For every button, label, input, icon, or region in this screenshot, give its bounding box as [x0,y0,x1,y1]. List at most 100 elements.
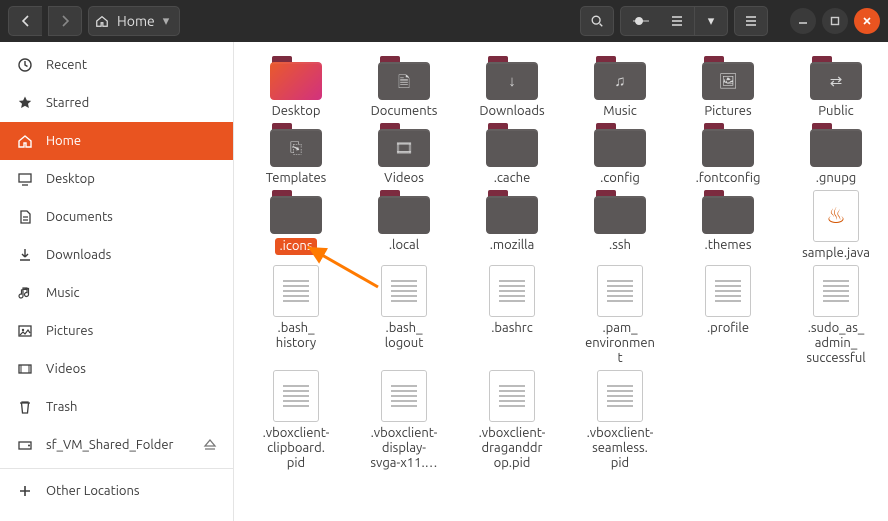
file-item[interactable]: .bash_history [242,265,350,366]
file-label: .cache [494,171,531,186]
pictures-icon [16,323,34,339]
file-label: Documents [371,104,438,119]
file-label: .vboxclient-seamless.pid [587,426,654,471]
folder-icon [702,123,754,167]
folder-icon [270,56,322,100]
file-item[interactable]: .sudo_as_admin_successful [782,265,888,366]
file-item[interactable]: ⇄Public [782,56,888,119]
file-item[interactable]: .ssh [566,190,674,261]
path-label: Home [117,13,155,29]
folder-icon [810,123,862,167]
file-item[interactable]: Desktop [242,56,350,119]
sidebar-item-desktop[interactable]: Desktop [0,160,233,198]
file-item[interactable]: .fontconfig [674,123,782,186]
downloads-icon [16,247,34,263]
close-button[interactable] [854,8,880,34]
file-item[interactable]: .vboxclient-display-svga-x11.… [350,370,458,471]
file-label: .sudo_as_admin_successful [806,321,865,366]
file-view: Desktop🗎Documents↓Downloads ♫ Music 🖼Pictur… [234,42,888,521]
minimize-button[interactable] [790,8,816,34]
sidebar-item-label: Pictures [46,324,93,338]
file-label: .vboxclient-display-svga-x11.… [370,426,437,471]
clock-icon [16,57,34,73]
sidebar-item-home[interactable]: Home [0,122,233,160]
file-item[interactable]: .local [350,190,458,261]
sidebar-item-label: Videos [46,362,86,376]
file-item[interactable]: .vboxclient-seamless.pid [566,370,674,471]
folder-icon [486,123,538,167]
maximize-button[interactable] [822,8,848,34]
path-bar[interactable]: Home ▾ [88,6,180,36]
text-file-icon [705,265,751,317]
file-item[interactable]: 🖼Pictures [674,56,782,119]
documents-icon [16,209,34,225]
file-item[interactable]: .gnupg [782,123,888,186]
sidebar-item-other-locations[interactable]: Other Locations [0,468,233,512]
file-item[interactable]: .cache [458,123,566,186]
file-label: .vboxclient-draganddrop.pid [479,426,546,471]
text-file-icon [381,370,427,422]
file-item[interactable]: .profile [674,265,782,366]
home-icon [95,14,109,28]
file-label: .mozilla [490,238,535,253]
file-label: .local [389,238,419,253]
sidebar-item-label: sf_VM_Shared_Folder [46,438,173,452]
file-item[interactable]: .config [566,123,674,186]
file-item[interactable]: .bashrc [458,265,566,366]
sidebar-item-music[interactable]: Music [0,274,233,312]
text-file-icon [597,265,643,317]
hamburger-menu-button[interactable] [734,6,768,36]
file-item[interactable]: .mozilla [458,190,566,261]
file-item[interactable]: .themes [674,190,782,261]
file-label: Pictures [704,104,751,119]
file-item[interactable]: 🗎Documents [350,56,458,119]
desktop-icon [16,171,34,187]
file-item[interactable]: ⎘Templates [242,123,350,186]
file-label: .icons [275,238,316,255]
file-label: .profile [707,321,749,336]
file-item[interactable]: .vboxclient-draganddrop.pid [458,370,566,471]
sidebar-item-videos[interactable]: Videos [0,350,233,388]
view-list-button[interactable] [660,6,694,36]
file-label: .vboxclient-clipboard.pid [263,426,330,471]
file-item[interactable]: .pam_environment [566,265,674,366]
sidebar-item-documents[interactable]: Documents [0,198,233,236]
sidebar-item-recent[interactable]: Recent [0,46,233,84]
forward-button[interactable] [48,6,82,36]
sidebar-item-trash[interactable]: Trash [0,388,233,426]
file-label: Public [818,104,853,119]
file-item[interactable]: .bash_logout [350,265,458,366]
sidebar: Recent Starred Home Desktop Documents Downloa… [0,42,234,521]
file-item[interactable]: .vboxclient-clipboard.pid [242,370,350,471]
file-item[interactable]: ♫ Music [566,56,674,119]
folder-icon [594,190,646,234]
sidebar-item-label: Desktop [46,172,95,186]
file-label: Music [603,104,637,119]
file-item[interactable]: .icons [242,190,350,261]
sidebar-item-starred[interactable]: Starred [0,84,233,122]
java-file-icon: ♨ [813,190,859,242]
sidebar-item-label: Starred [46,96,89,110]
view-options-button[interactable]: ▾ [694,6,728,36]
file-label: .bash_history [276,321,316,351]
sidebar-item-pictures[interactable]: Pictures [0,312,233,350]
text-file-icon [489,265,535,317]
eject-icon[interactable] [203,438,217,452]
file-item[interactable]: 🎞Videos [350,123,458,186]
titlebar: Home ▾ ▾ [0,0,888,42]
search-button[interactable] [580,6,614,36]
sidebar-item-downloads[interactable]: Downloads [0,236,233,274]
sidebar-item-sf-vm-shared-folder[interactable]: sf_VM_Shared_Folder [0,426,233,464]
file-label: Videos [384,171,424,186]
sidebar-item-label: Documents [46,210,113,224]
folder-icon: ♫ [594,56,646,100]
file-label: .fontconfig [696,171,761,186]
back-button[interactable] [8,6,42,36]
sidebar-item-label: Downloads [46,248,111,262]
file-label: .themes [705,238,752,253]
file-item[interactable]: ♨sample.java [782,190,888,261]
chevron-down-icon: ▾ [163,14,170,29]
file-item[interactable]: ↓Downloads [458,56,566,119]
folder-icon [594,123,646,167]
zoom-slider-button[interactable] [620,6,660,36]
